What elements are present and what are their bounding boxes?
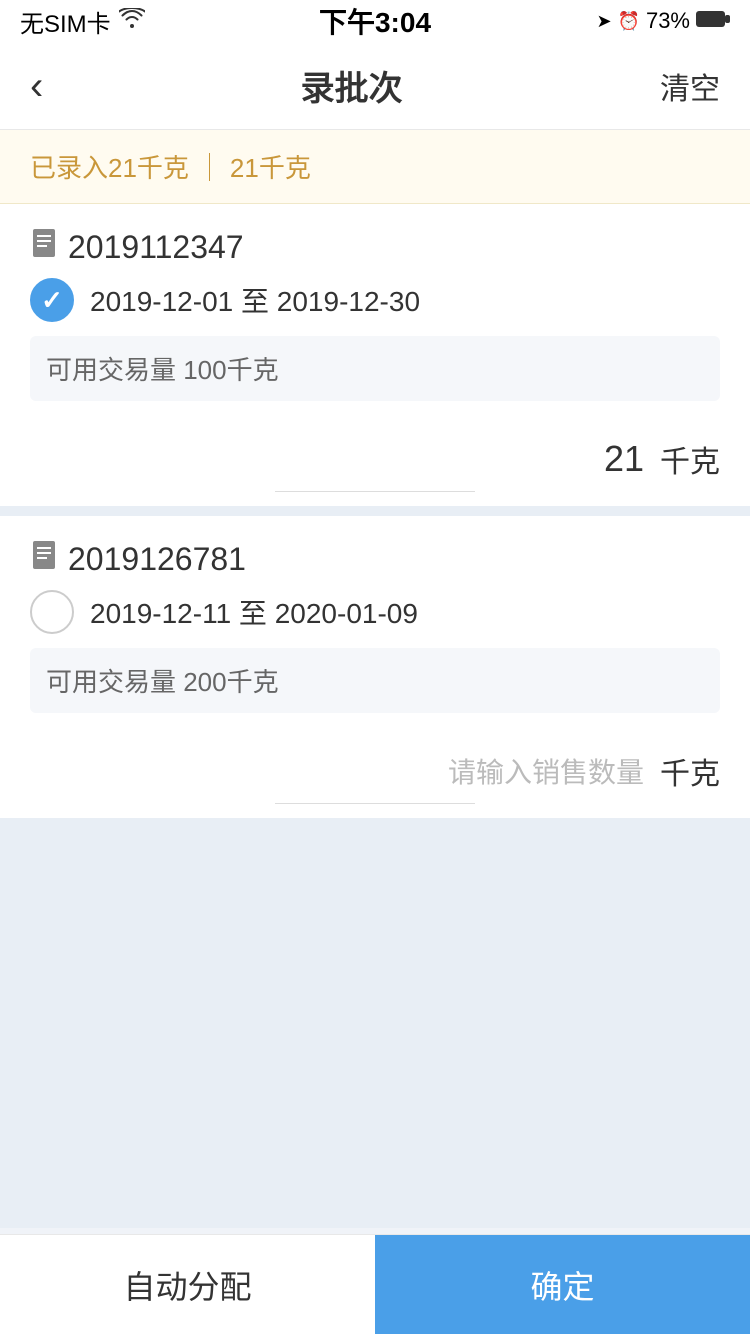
wifi-icon	[119, 7, 145, 35]
amount-row-1: 21 千克	[0, 421, 750, 491]
input-row-2: 请输入销售数量 千克	[0, 733, 750, 803]
batch-item-1-content: 2019112347 2019-12-01 至 2019-12-30 可用交易量…	[0, 204, 750, 421]
input-placeholder-2[interactable]: 请输入销售数量	[448, 751, 644, 791]
batch-id-row-1: 2019112347	[30, 228, 720, 266]
carrier-label: 无SIM卡	[20, 4, 111, 39]
batch-date-row-2[interactable]: 2019-12-11 至 2020-01-09	[30, 590, 720, 634]
battery-icon	[696, 8, 730, 34]
batch-id-2: 2019126781	[68, 541, 246, 578]
batch-date-1: 2019-12-01 至 2019-12-30	[90, 280, 420, 320]
status-right: ➤ ⏰ 73%	[596, 8, 730, 34]
empty-area	[0, 828, 750, 1228]
amount-underline-1	[275, 491, 475, 492]
summary-divider	[209, 153, 210, 181]
batch-item-2-content: 2019126781 2019-12-11 至 2020-01-09 可用交易量…	[0, 516, 750, 733]
status-left: 无SIM卡	[20, 4, 145, 39]
location-icon: ➤	[596, 11, 611, 32]
status-time: 下午3:04	[319, 1, 431, 41]
radio-unchecked-2[interactable]	[30, 590, 74, 634]
batch-available-1: 可用交易量 100千克	[30, 336, 720, 401]
summary-count: 21千克	[230, 148, 311, 185]
input-wrapper-2: 请输入销售数量 千克	[0, 733, 750, 828]
bottom-bar: 自动分配 确定	[0, 1234, 750, 1334]
summary-already: 已录入21千克	[30, 148, 189, 185]
battery-percent: 73%	[646, 8, 690, 34]
batch-doc-icon-1	[30, 228, 60, 266]
back-button[interactable]: ‹	[30, 66, 43, 106]
clear-button[interactable]: 清空	[660, 64, 720, 108]
batch-id-row-2: 2019126781	[30, 540, 720, 578]
input-underline-2	[275, 803, 475, 804]
amount-value-1[interactable]: 21	[604, 438, 644, 480]
nav-bar: ‹ 录批次 清空	[0, 42, 750, 130]
batch-id-1: 2019112347	[68, 229, 244, 266]
batch-item-2: 2019126781 2019-12-11 至 2020-01-09 可用交易量…	[0, 516, 750, 828]
batch-item-1: 2019112347 2019-12-01 至 2019-12-30 可用交易量…	[0, 204, 750, 516]
confirm-button[interactable]: 确定	[375, 1235, 750, 1334]
page-title: 录批次	[301, 61, 403, 110]
alarm-icon: ⏰	[618, 11, 640, 32]
batch-date-2: 2019-12-11 至 2020-01-09	[90, 592, 418, 632]
batch-available-2: 可用交易量 200千克	[30, 648, 720, 713]
batch-doc-icon-2	[30, 540, 60, 578]
summary-bar: 已录入21千克 21千克	[0, 130, 750, 204]
input-unit-2: 千克	[660, 749, 720, 793]
amount-unit-1: 千克	[660, 437, 720, 481]
status-bar: 无SIM卡 下午3:04 ➤ ⏰ 73%	[0, 0, 750, 42]
auto-distribute-button[interactable]: 自动分配	[0, 1235, 375, 1334]
radio-checked-1[interactable]	[30, 278, 74, 322]
amount-wrapper-1: 21 千克	[0, 421, 750, 516]
batch-date-row-1[interactable]: 2019-12-01 至 2019-12-30	[30, 278, 720, 322]
